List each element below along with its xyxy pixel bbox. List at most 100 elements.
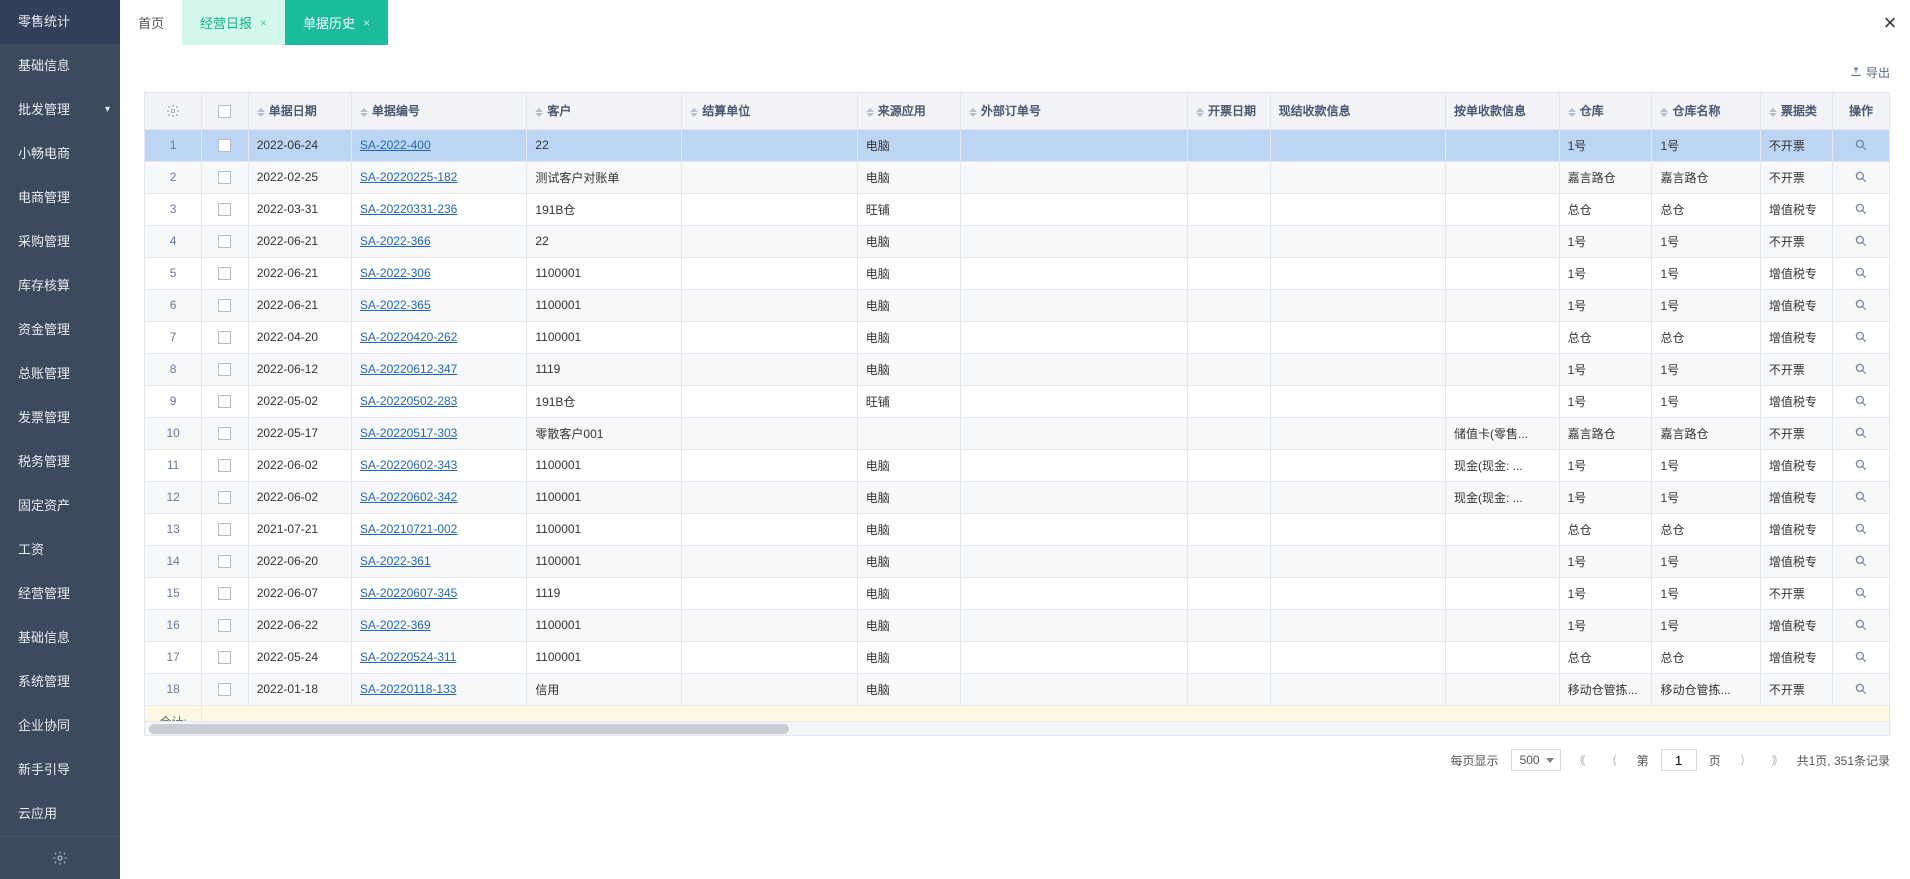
first-page-button[interactable]: ⟪	[1573, 750, 1593, 770]
checkbox[interactable]	[218, 267, 231, 280]
close-all-tabs-icon[interactable]: ×	[1870, 0, 1910, 45]
header-invdate[interactable]: 开票日期	[1188, 93, 1271, 129]
checkbox[interactable]	[218, 395, 231, 408]
table-row[interactable]: 52022-06-21SA-2022-3061100001电脑1号1号增值税专	[145, 257, 1890, 289]
export-button[interactable]: 导出	[1850, 64, 1890, 81]
sidebar-item-13[interactable]: 经营管理	[0, 572, 120, 616]
cell-docno[interactable]: SA-2022-365	[351, 289, 526, 321]
table-row[interactable]: 92022-05-02SA-20220502-283191B仓旺铺1号1号增值税…	[145, 385, 1890, 417]
header-cashinfo[interactable]: 现结收款信息	[1270, 93, 1445, 129]
horizontal-scrollbar[interactable]	[144, 722, 1890, 736]
row-checkbox-cell[interactable]	[202, 609, 248, 641]
header-settings[interactable]	[145, 93, 202, 129]
last-page-button[interactable]: ⟫	[1765, 750, 1785, 770]
row-checkbox-cell[interactable]	[202, 577, 248, 609]
cell-view[interactable]	[1833, 449, 1890, 481]
table-row[interactable]: 112022-06-02SA-20220602-3431100001电脑现金(现…	[145, 449, 1890, 481]
checkbox[interactable]	[218, 299, 231, 312]
cell-docno[interactable]: SA-20220607-345	[351, 577, 526, 609]
sidebar-item-16[interactable]: 企业协同	[0, 704, 120, 748]
checkbox[interactable]	[218, 331, 231, 344]
close-icon[interactable]: ×	[363, 16, 370, 30]
table-row[interactable]: 132021-07-21SA-20210721-0021100001电脑总仓总仓…	[145, 513, 1890, 545]
cell-docno[interactable]: SA-20220420-262	[351, 321, 526, 353]
table-row[interactable]: 142022-06-20SA-2022-3611100001电脑1号1号增值税专	[145, 545, 1890, 577]
table-row[interactable]: 32022-03-31SA-20220331-236191B仓旺铺总仓总仓增值税…	[145, 193, 1890, 225]
row-checkbox-cell[interactable]	[202, 673, 248, 705]
cell-docno[interactable]: SA-2022-369	[351, 609, 526, 641]
sidebar-item-15[interactable]: 系统管理	[0, 660, 120, 704]
checkbox[interactable]	[218, 523, 231, 536]
sidebar-item-7[interactable]: 资金管理	[0, 308, 120, 352]
checkbox[interactable]	[218, 203, 231, 216]
sidebar-item-9[interactable]: 发票管理	[0, 396, 120, 440]
header-invtype[interactable]: 票据类	[1760, 93, 1832, 129]
next-page-button[interactable]: ⟩	[1733, 750, 1753, 770]
checkbox[interactable]	[218, 587, 231, 600]
tab-document-history[interactable]: 单据历史 ×	[285, 0, 388, 45]
table-row[interactable]: 172022-05-24SA-20220524-3111100001电脑总仓总仓…	[145, 641, 1890, 673]
table-row[interactable]: 62022-06-21SA-2022-3651100001电脑1号1号增值税专	[145, 289, 1890, 321]
sidebar-item-5[interactable]: 采购管理	[0, 220, 120, 264]
header-settle[interactable]: 结算单位	[682, 93, 857, 129]
sidebar-item-17[interactable]: 新手引导	[0, 748, 120, 792]
row-checkbox-cell[interactable]	[202, 321, 248, 353]
cell-view[interactable]	[1833, 577, 1890, 609]
sidebar-item-3[interactable]: 小畅电商	[0, 132, 120, 176]
cell-docno[interactable]: SA-20220602-343	[351, 449, 526, 481]
close-icon[interactable]: ×	[260, 16, 267, 30]
cell-docno[interactable]: SA-20220331-236	[351, 193, 526, 225]
cell-view[interactable]	[1833, 225, 1890, 257]
checkbox[interactable]	[218, 651, 231, 664]
header-whname[interactable]: 仓库名称	[1652, 93, 1760, 129]
cell-view[interactable]	[1833, 385, 1890, 417]
cell-docno[interactable]: SA-20220524-311	[351, 641, 526, 673]
cell-docno[interactable]: SA-20220502-283	[351, 385, 526, 417]
table-row[interactable]: 122022-06-02SA-20220602-3421100001电脑现金(现…	[145, 481, 1890, 513]
per-page-select[interactable]: 500	[1511, 749, 1561, 771]
scrollbar-thumb[interactable]	[149, 724, 789, 734]
cell-docno[interactable]: SA-2022-361	[351, 545, 526, 577]
cell-docno[interactable]: SA-20220517-303	[351, 417, 526, 449]
header-wh[interactable]: 仓库	[1559, 93, 1652, 129]
cell-docno[interactable]: SA-20220225-182	[351, 161, 526, 193]
cell-docno[interactable]: SA-20210721-002	[351, 513, 526, 545]
checkbox[interactable]	[218, 139, 231, 152]
cell-docno[interactable]: SA-2022-306	[351, 257, 526, 289]
cell-view[interactable]	[1833, 545, 1890, 577]
sidebar-item-1[interactable]: 基础信息	[0, 44, 120, 88]
checkbox[interactable]	[218, 555, 231, 568]
checkbox[interactable]	[218, 235, 231, 248]
table-row[interactable]: 22022-02-25SA-20220225-182测试客户对账单电脑嘉言路仓嘉…	[145, 161, 1890, 193]
table-row[interactable]: 182022-01-18SA-20220118-133信用电脑移动仓管拣...移…	[145, 673, 1890, 705]
row-checkbox-cell[interactable]	[202, 449, 248, 481]
cell-view[interactable]	[1833, 673, 1890, 705]
cell-view[interactable]	[1833, 193, 1890, 225]
cell-view[interactable]	[1833, 161, 1890, 193]
row-checkbox-cell[interactable]	[202, 257, 248, 289]
table-row[interactable]: 82022-06-12SA-20220612-3471119电脑1号1号不开票	[145, 353, 1890, 385]
sidebar-item-11[interactable]: 固定资产	[0, 484, 120, 528]
tab-business-daily[interactable]: 经营日报 ×	[182, 0, 285, 45]
row-checkbox-cell[interactable]	[202, 193, 248, 225]
header-checkbox[interactable]	[202, 93, 248, 129]
row-checkbox-cell[interactable]	[202, 481, 248, 513]
sidebar-item-12[interactable]: 工资	[0, 528, 120, 572]
tab-home[interactable]: 首页	[120, 0, 182, 45]
row-checkbox-cell[interactable]	[202, 161, 248, 193]
table-row[interactable]: 42022-06-21SA-2022-36622电脑1号1号不开票	[145, 225, 1890, 257]
sidebar-item-14[interactable]: 基础信息	[0, 616, 120, 660]
table-row[interactable]: 72022-04-20SA-20220420-2621100001电脑总仓总仓增…	[145, 321, 1890, 353]
row-checkbox-cell[interactable]	[202, 385, 248, 417]
row-checkbox-cell[interactable]	[202, 513, 248, 545]
table-row[interactable]: 152022-06-07SA-20220607-3451119电脑1号1号不开票	[145, 577, 1890, 609]
row-checkbox-cell[interactable]	[202, 129, 248, 161]
cell-docno[interactable]: SA-2022-400	[351, 129, 526, 161]
sidebar-item-2[interactable]: 批发管理▾	[0, 88, 120, 132]
sidebar-item-10[interactable]: 税务管理	[0, 440, 120, 484]
row-checkbox-cell[interactable]	[202, 353, 248, 385]
checkbox[interactable]	[218, 683, 231, 696]
sidebar-item-8[interactable]: 总账管理	[0, 352, 120, 396]
row-checkbox-cell[interactable]	[202, 545, 248, 577]
cell-view[interactable]	[1833, 609, 1890, 641]
